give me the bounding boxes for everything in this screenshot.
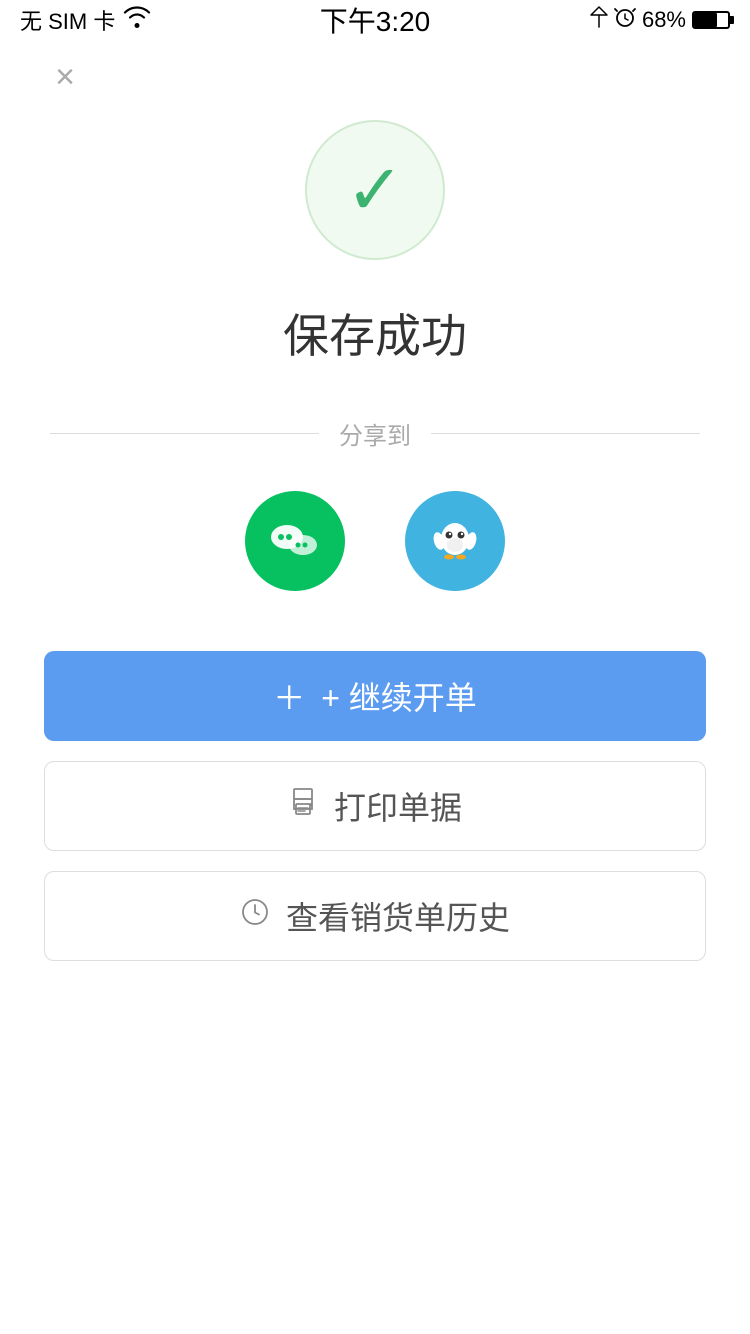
alarm-icon [614, 6, 636, 34]
success-title: 保存成功 [283, 300, 467, 366]
wechat-button[interactable] [245, 491, 345, 591]
battery-icon [692, 11, 730, 29]
printer-icon [288, 788, 318, 824]
main-content: ✓ 保存成功 分享到 [0, 40, 750, 961]
share-row [245, 491, 505, 591]
print-button[interactable]: 打印单据 [44, 761, 706, 851]
close-button[interactable]: × [40, 52, 90, 102]
no-sim-text: 无 SIM 卡 [20, 4, 115, 36]
history-label: 查看销货单历史 [286, 893, 510, 939]
divider-line-left [50, 433, 319, 434]
clock-icon [240, 897, 270, 935]
share-divider: 分享到 [0, 416, 750, 451]
check-icon: ✓ [346, 155, 405, 225]
share-label: 分享到 [319, 416, 431, 451]
continue-button[interactable]: ＋ + 继续开单 [44, 651, 706, 741]
history-button[interactable]: 查看销货单历史 [44, 871, 706, 961]
continue-label: + 继续开单 [321, 673, 477, 719]
status-left: 无 SIM 卡 [20, 4, 151, 36]
status-right: 68% [590, 6, 730, 34]
status-bar: 无 SIM 卡 下午3:20 68% [0, 0, 750, 40]
print-label: 打印单据 [334, 783, 462, 829]
divider-line-right [431, 433, 700, 434]
success-circle: ✓ [305, 120, 445, 260]
buttons-section: ＋ + 继续开单 打印单据 [0, 651, 750, 961]
location-icon [590, 6, 608, 34]
close-icon: × [55, 58, 75, 97]
time-display: 下午3:20 [320, 0, 431, 40]
qq-button[interactable] [405, 491, 505, 591]
battery-text: 68% [642, 7, 686, 33]
wifi-icon [123, 6, 151, 34]
plus-icon: ＋ [273, 673, 305, 719]
